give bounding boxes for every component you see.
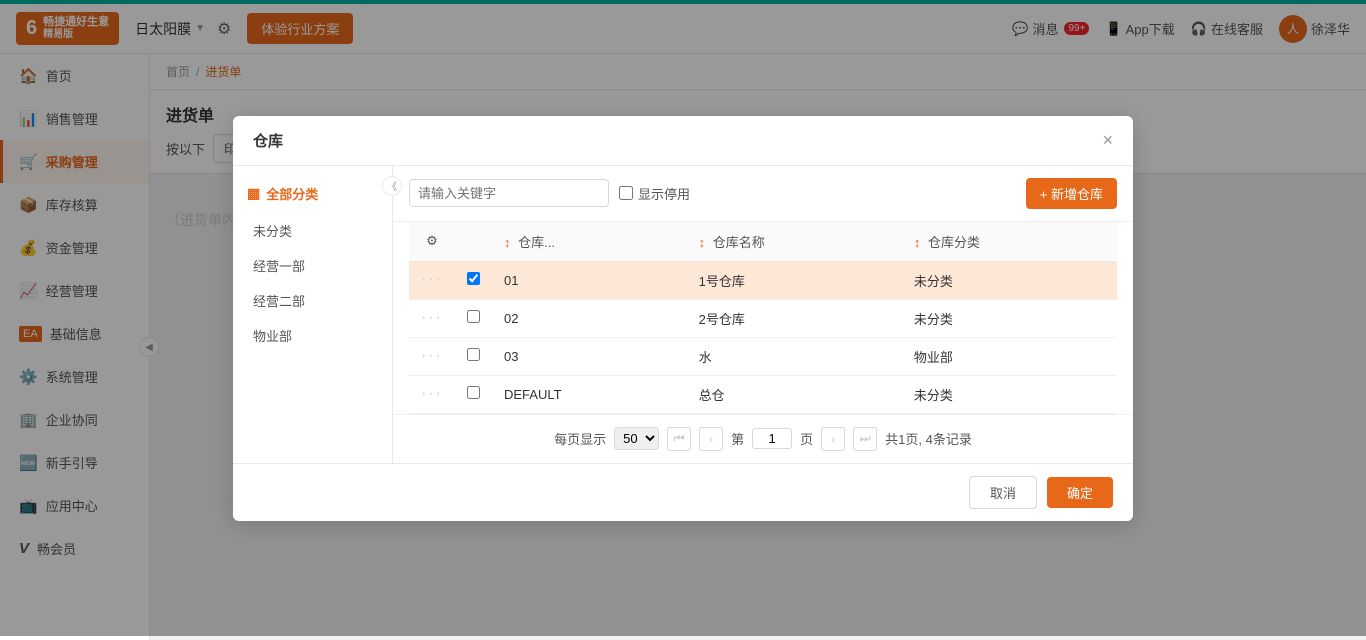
modal-close-btn[interactable]: × <box>1102 131 1113 149</box>
row-index-cell: 01 <box>492 261 687 299</box>
table-row[interactable]: ··· DEFAULT 总仓 未分类 <box>409 375 1117 413</box>
col-code-header: ↕ 仓库... <box>492 222 687 262</box>
category-item-1[interactable]: 经营一部 <box>233 248 392 283</box>
col-gear-header: ⚙ <box>409 222 455 262</box>
category-item-2[interactable]: 经营二部 <box>233 283 392 318</box>
search-box: 🔍 <box>409 179 609 207</box>
sort-icon: ↕ <box>504 235 511 250</box>
col-name-header: ↕ 仓库名称 <box>687 222 902 262</box>
row-more-icon[interactable]: ··· <box>421 271 443 288</box>
show-disabled-label: 显示停用 <box>638 184 690 203</box>
show-disabled-toggle[interactable]: 显示停用 <box>619 184 690 203</box>
row-check-cell <box>455 337 492 375</box>
modal-header: 仓库 × <box>233 116 1133 166</box>
row-check-cell <box>455 375 492 413</box>
modal-body: ▦ 全部分类 未分类 经营一部 经营二部 物业部 《 <box>233 166 1133 463</box>
row-check-cell <box>455 299 492 337</box>
row-actions-cell: ··· <box>409 261 455 299</box>
show-disabled-checkbox[interactable] <box>619 186 633 200</box>
row-actions-cell: ··· <box>409 337 455 375</box>
row-checkbox[interactable] <box>467 348 480 361</box>
table-row[interactable]: ··· 02 2号仓库 未分类 <box>409 299 1117 337</box>
modal-footer: 取消 确定 <box>233 463 1133 521</box>
grid-icon: ▦ <box>247 185 260 202</box>
row-name-cell: 1号仓库 <box>687 261 902 299</box>
per-page-select[interactable]: 50 <box>614 427 659 450</box>
modal-left-panel: ▦ 全部分类 未分类 经营一部 经营二部 物业部 《 <box>233 166 393 463</box>
page-input[interactable] <box>752 428 792 449</box>
row-category-cell: 物业部 <box>902 337 1117 375</box>
row-index-cell: 03 <box>492 337 687 375</box>
modal-overlay[interactable]: 仓库 × ▦ 全部分类 未分类 经营一部 经营二部 <box>0 0 1366 636</box>
row-more-icon[interactable]: ··· <box>421 309 443 326</box>
row-name-cell: 总仓 <box>687 375 902 413</box>
row-more-icon[interactable]: ··· <box>421 385 443 402</box>
row-index-cell: 02 <box>492 299 687 337</box>
row-checkbox[interactable] <box>467 272 480 285</box>
modal-title: 仓库 <box>253 130 283 151</box>
warehouse-table-wrap: ⚙ ↕ 仓库... ↕ 仓库名称 <box>393 222 1133 414</box>
row-more-icon[interactable]: ··· <box>421 347 443 364</box>
table-row[interactable]: ··· 01 1号仓库 未分类 <box>409 261 1117 299</box>
row-name-cell: 2号仓库 <box>687 299 902 337</box>
category-all-label: 全部分类 <box>266 184 318 203</box>
row-actions-cell: ··· <box>409 375 455 413</box>
total-text: 共1页, 4条记录 <box>885 429 972 448</box>
warehouse-modal: 仓库 × ▦ 全部分类 未分类 经营一部 经营二部 <box>233 116 1133 521</box>
per-page-label: 每页显示 <box>554 429 606 448</box>
search-input[interactable] <box>410 181 602 206</box>
row-check-cell <box>455 261 492 299</box>
category-item-3[interactable]: 物业部 <box>233 318 392 353</box>
modal-toolbar: 🔍 显示停用 + 新增仓库 <box>393 166 1133 222</box>
left-panel-collapse-btn[interactable]: 《 <box>382 176 402 196</box>
add-warehouse-btn[interactable]: + 新增仓库 <box>1026 178 1117 209</box>
last-page-btn[interactable]: ⏭ <box>853 427 877 451</box>
search-btn[interactable]: 🔍 <box>602 180 609 206</box>
cancel-btn[interactable]: 取消 <box>969 476 1037 509</box>
first-page-btn[interactable]: ⏮ <box>667 427 691 451</box>
prev-page-btn[interactable]: ‹ <box>699 427 723 451</box>
row-category-cell: 未分类 <box>902 261 1117 299</box>
row-category-cell: 未分类 <box>902 299 1117 337</box>
next-page-btn[interactable]: › <box>821 427 845 451</box>
col-category-header: ↕ 仓库分类 <box>902 222 1117 262</box>
row-actions-cell: ··· <box>409 299 455 337</box>
col-check-header <box>455 222 492 262</box>
row-category-cell: 未分类 <box>902 375 1117 413</box>
warehouse-table: ⚙ ↕ 仓库... ↕ 仓库名称 <box>409 222 1117 414</box>
warehouse-table-body: ··· 01 1号仓库 未分类 ··· 02 2号仓库 未分类 ··· <box>409 261 1117 413</box>
table-row[interactable]: ··· 03 水 物业部 <box>409 337 1117 375</box>
row-index-cell: DEFAULT <box>492 375 687 413</box>
page-label: 第 <box>731 429 744 448</box>
category-item-0[interactable]: 未分类 <box>233 213 392 248</box>
table-header: ⚙ ↕ 仓库... ↕ 仓库名称 <box>409 222 1117 262</box>
confirm-btn[interactable]: 确定 <box>1047 477 1113 508</box>
row-checkbox[interactable] <box>467 310 480 323</box>
category-all-btn[interactable]: ▦ 全部分类 <box>233 178 392 213</box>
page-suffix: 页 <box>800 429 813 448</box>
row-name-cell: 水 <box>687 337 902 375</box>
pagination: 每页显示 50 ⏮ ‹ 第 页 › ⏭ 共1页, 4条记录 <box>393 414 1133 463</box>
modal-right-panel: 🔍 显示停用 + 新增仓库 ⚙ <box>393 166 1133 463</box>
sort-icon-cat: ↕ <box>914 235 921 250</box>
sort-icon-name: ↕ <box>699 235 706 250</box>
row-checkbox[interactable] <box>467 386 480 399</box>
